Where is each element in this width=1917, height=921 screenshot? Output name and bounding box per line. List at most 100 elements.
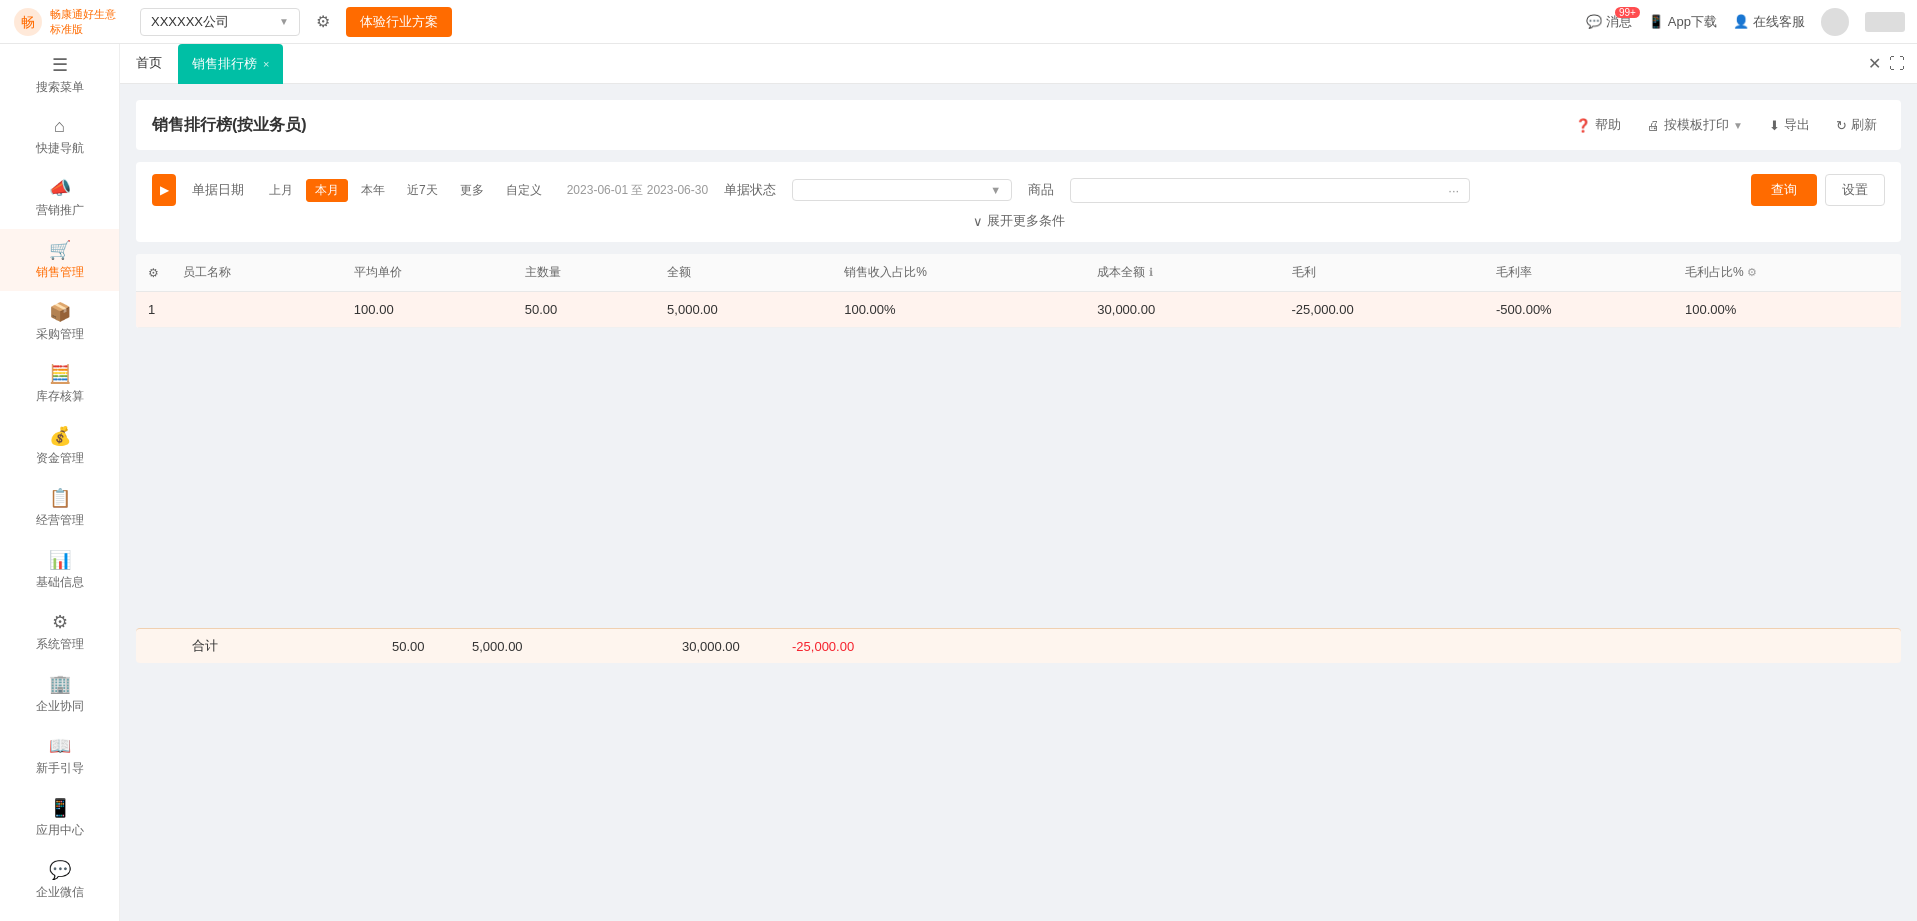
- online-service-button[interactable]: 👤 在线客服: [1733, 13, 1805, 31]
- cell-cost: 30,000.00: [1085, 292, 1279, 328]
- status-label: 单据状态: [724, 181, 776, 199]
- goods-select[interactable]: ···: [1070, 178, 1470, 203]
- sidebar-item-sales[interactable]: 🛒 销售管理: [0, 229, 119, 291]
- sidebar-item-marketing-label: 营销推广: [36, 202, 84, 219]
- sidebar-item-finance[interactable]: 💰 资金管理: [0, 415, 119, 477]
- sidebar-item-basic[interactable]: 📊 基础信息: [0, 539, 119, 601]
- sidebar-item-purchase[interactable]: 📦 采购管理: [0, 291, 119, 353]
- help-label: 帮助: [1595, 116, 1621, 134]
- tab-home-label: 首页: [136, 54, 162, 72]
- print-icon: 🖨: [1647, 118, 1660, 133]
- col-header-margin: 毛利率: [1484, 254, 1673, 292]
- print-dropdown-icon: ▼: [1733, 120, 1743, 131]
- date-tab-7days[interactable]: 近7天: [398, 179, 447, 202]
- date-tab-more[interactable]: 更多: [451, 179, 493, 202]
- date-tab-this-year[interactable]: 本年: [352, 179, 394, 202]
- sidebar-item-system-label: 系统管理: [36, 636, 84, 653]
- tab-maximize-icon[interactable]: ⛶: [1889, 55, 1905, 73]
- filter-row: ▶ 单据日期 上月 本月 本年 近7天 更多 自定义 2023-0: [152, 174, 1885, 206]
- sidebar-item-system[interactable]: ⚙ 系统管理: [0, 601, 119, 663]
- sidebar-item-sales-label: 销售管理: [36, 264, 84, 281]
- message-icon: 💬: [1586, 14, 1602, 29]
- tab-close-window-icon[interactable]: ✕: [1868, 54, 1881, 73]
- sidebar-item-quick-nav-label: 快捷导航: [36, 140, 84, 157]
- table-row: 1 100.00 50.00 5,000.00 100.00% 30,000.0…: [136, 292, 1901, 328]
- sidebar-item-enterprise-label: 企业协同: [36, 698, 84, 715]
- app-icon: 📱: [1648, 14, 1664, 29]
- print-button[interactable]: 🖨 按模板打印 ▼: [1639, 112, 1751, 138]
- filter-arrow-button[interactable]: ▶: [152, 174, 176, 206]
- export-label: 导出: [1784, 116, 1810, 134]
- company-selector[interactable]: XXXXXX公司 ▼: [140, 8, 300, 36]
- cell-avg-price: 100.00: [342, 292, 513, 328]
- tab-close-icon[interactable]: ×: [263, 58, 269, 70]
- message-badge: 99+: [1615, 7, 1640, 18]
- gear-icon[interactable]: ⚙: [308, 8, 338, 35]
- message-button[interactable]: 💬 消息 99+: [1586, 13, 1632, 31]
- sidebar-item-search[interactable]: ☰ 搜索菜单: [0, 44, 119, 106]
- sidebar-item-operations-label: 经营管理: [36, 512, 84, 529]
- sidebar: ☰ 搜索菜单 ⌂ 快捷导航 📣 营销推广 🛒 销售管理 📦 采购管理 🧮 库: [0, 44, 120, 921]
- tab-home[interactable]: 首页: [120, 44, 178, 84]
- refresh-button[interactable]: ↻ 刷新: [1828, 112, 1885, 138]
- query-button[interactable]: 查询: [1751, 174, 1817, 206]
- tab-sales-ranking[interactable]: 销售排行榜 ×: [178, 44, 283, 84]
- chevron-down-expand-icon: ∨: [973, 214, 983, 229]
- user-name: [1865, 12, 1905, 32]
- export-icon: ⬇: [1769, 118, 1780, 133]
- company-name: XXXXXX公司: [151, 13, 229, 31]
- enterprise-icon: 🏢: [49, 673, 71, 695]
- filter-bar: ▶ 单据日期 上月 本月 本年 近7天 更多 自定义 2023-0: [136, 162, 1901, 242]
- sidebar-item-member[interactable]: V 畅会员: [0, 911, 119, 921]
- refresh-icon: ↻: [1836, 118, 1847, 133]
- guide-icon: 📖: [49, 735, 71, 757]
- sidebar-item-search-label: 搜索菜单: [36, 79, 84, 96]
- logo-text: 畅康通好生意 标准版: [50, 7, 116, 36]
- col-header-amount: 全额: [655, 254, 832, 292]
- sidebar-item-operations[interactable]: 📋 经营管理: [0, 477, 119, 539]
- status-dropdown-icon: ▼: [990, 184, 1001, 196]
- try-industry-button[interactable]: 体验行业方案: [346, 7, 452, 37]
- col-header-cost: 成本全额 ℹ: [1085, 254, 1279, 292]
- system-icon: ⚙: [52, 611, 68, 633]
- sidebar-item-apps[interactable]: 📱 应用中心: [0, 787, 119, 849]
- tab-actions: ✕ ⛶: [1868, 54, 1917, 73]
- sidebar-item-guide[interactable]: 📖 新手引导: [0, 725, 119, 787]
- date-tabs: 上月 本月 本年 近7天 更多 自定义: [260, 179, 551, 202]
- sidebar-item-quick-nav[interactable]: ⌂ 快捷导航: [0, 106, 119, 167]
- data-table: ⚙ 员工名称 平均单价 主数量 全额 销售收入占比% 成本全额 ℹ 毛利: [136, 254, 1901, 328]
- col-header-sales-pct: 销售收入占比%: [832, 254, 1085, 292]
- app-download-button[interactable]: 📱 App下载: [1648, 13, 1717, 31]
- cell-profit-pct: 100.00%: [1673, 292, 1901, 328]
- purchase-icon: 📦: [49, 301, 71, 323]
- date-tab-this-month[interactable]: 本月: [306, 179, 348, 202]
- operations-icon: 📋: [49, 487, 71, 509]
- app-label: App下载: [1668, 13, 1717, 31]
- marketing-icon: 📣: [49, 177, 71, 199]
- export-button[interactable]: ⬇ 导出: [1761, 112, 1818, 138]
- finance-icon: 💰: [49, 425, 71, 447]
- sidebar-item-wechat[interactable]: 💬 企业微信: [0, 849, 119, 911]
- cell-name: [171, 292, 342, 328]
- refresh-label: 刷新: [1851, 116, 1877, 134]
- sidebar-item-marketing[interactable]: 📣 营销推广: [0, 167, 119, 229]
- date-tab-custom[interactable]: 自定义: [497, 179, 551, 202]
- cell-profit: -25,000.00: [1280, 292, 1485, 328]
- page-header: 销售排行榜(按业务员) ❓ 帮助 🖨 按模板打印 ▼ ⬇: [136, 100, 1901, 150]
- sidebar-item-inventory[interactable]: 🧮 库存核算: [0, 353, 119, 415]
- col-header-name: 员工名称: [171, 254, 342, 292]
- cost-info-icon: ℹ: [1149, 266, 1153, 278]
- avatar[interactable]: [1821, 8, 1849, 36]
- sidebar-item-enterprise[interactable]: 🏢 企业协同: [0, 663, 119, 725]
- cell-margin: -500.00%: [1484, 292, 1673, 328]
- status-select[interactable]: ▼: [792, 179, 1012, 201]
- help-button[interactable]: ❓ 帮助: [1567, 112, 1629, 138]
- date-range-display: 2023-06-01 至 2023-06-30: [567, 182, 708, 199]
- top-right-area: 💬 消息 99+ 📱 App下载 👤 在线客服: [1586, 8, 1905, 36]
- settings-button[interactable]: 设置: [1825, 174, 1885, 206]
- cell-rank: 1: [136, 292, 171, 328]
- sales-icon: 🛒: [49, 239, 71, 261]
- expand-more-conditions-button[interactable]: ∨ 展开更多条件: [152, 206, 1885, 230]
- col-settings-icon[interactable]: ⚙: [136, 254, 171, 292]
- date-tab-last-month[interactable]: 上月: [260, 179, 302, 202]
